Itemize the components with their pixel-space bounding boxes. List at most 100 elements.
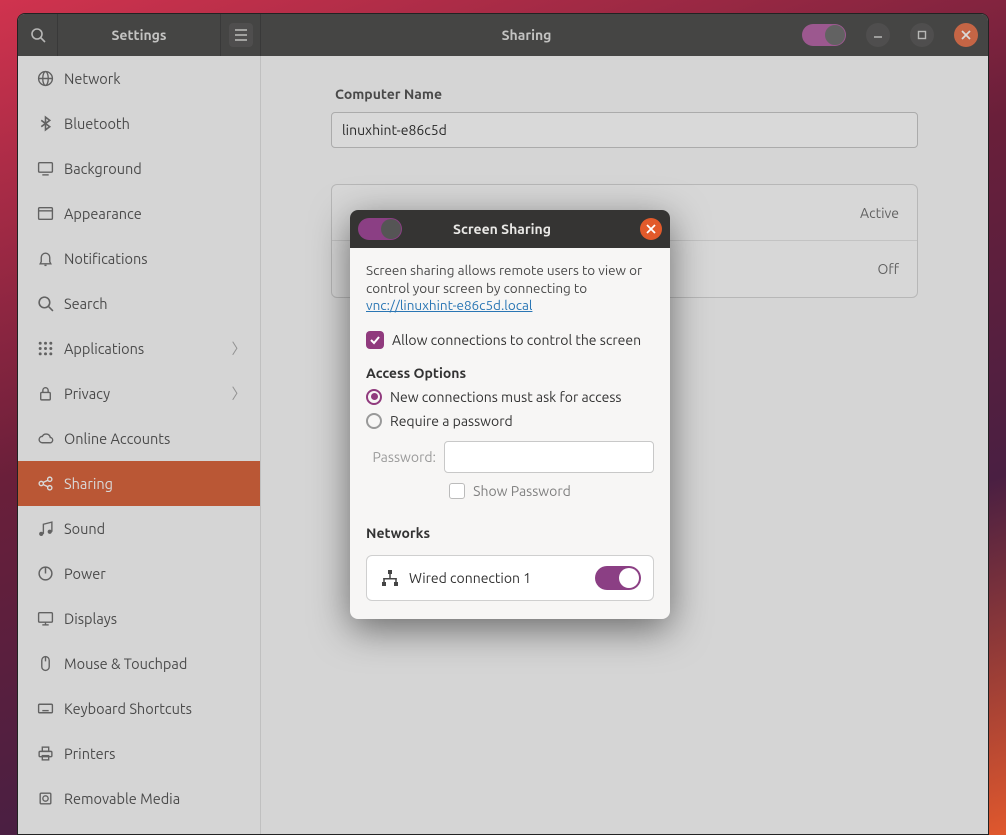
password-input[interactable]	[444, 441, 654, 473]
allow-control-row[interactable]: Allow connections to control the screen	[366, 331, 654, 349]
sidebar-item-notifications[interactable]: Notifications	[18, 236, 260, 281]
show-password-checkbox[interactable]	[449, 483, 465, 499]
sidebar-item-label: Bluetooth	[58, 115, 246, 132]
page-title: Sharing	[261, 14, 792, 56]
chevron-right-icon: 〉	[232, 383, 247, 404]
sidebar-item-label: Sound	[58, 520, 246, 537]
sidebar-item-printers[interactable]: Printers	[18, 731, 260, 776]
sidebar-item-power[interactable]: Power	[18, 551, 260, 596]
cloud-icon	[32, 430, 58, 447]
sidebar-item-search[interactable]: Search	[18, 281, 260, 326]
check-icon	[369, 334, 381, 346]
sidebar-item-label: Appearance	[58, 205, 246, 222]
power-icon	[32, 565, 58, 582]
radio-ask-row[interactable]: New connections must ask for access	[366, 389, 654, 405]
radio-password[interactable]	[366, 413, 382, 429]
sidebar-item-removable-media[interactable]: Removable Media	[18, 776, 260, 821]
network-toggle[interactable]	[595, 566, 641, 590]
computer-name-label: Computer Name	[335, 86, 918, 102]
bell-icon	[32, 250, 58, 267]
network-row: Wired connection 1	[366, 555, 654, 601]
search-icon	[32, 295, 58, 312]
settings-title: Settings	[58, 27, 220, 43]
show-password-row[interactable]: Show Password	[366, 483, 654, 499]
close-button[interactable]	[954, 23, 978, 47]
close-icon	[961, 30, 971, 40]
printer-icon	[32, 745, 58, 762]
titlebar-left: Settings	[18, 14, 261, 56]
music-icon	[32, 520, 58, 537]
sidebar-item-applications[interactable]: Applications〉	[18, 326, 260, 371]
sidebar-item-displays[interactable]: Displays	[18, 596, 260, 641]
sidebar-item-label: Network	[58, 70, 246, 87]
mouse-icon	[32, 655, 58, 672]
radio-password-row[interactable]: Require a password	[366, 413, 654, 429]
sidebar-item-network[interactable]: Network	[18, 56, 260, 101]
radio-ask[interactable]	[366, 389, 382, 405]
access-options-heading: Access Options	[366, 365, 654, 381]
sidebar-item-mouse-touchpad[interactable]: Mouse & Touchpad	[18, 641, 260, 686]
password-row: Password:	[366, 441, 654, 473]
sidebar-item-label: Applications	[58, 340, 232, 357]
globe-icon	[32, 70, 58, 87]
radio-password-label: Require a password	[390, 413, 513, 429]
titlebar: Settings Sharing	[18, 14, 988, 56]
sidebar-item-label: Notifications	[58, 250, 246, 267]
display-icon	[32, 610, 58, 627]
lock-icon	[32, 385, 58, 402]
allow-control-checkbox[interactable]	[366, 331, 384, 349]
sidebar-item-label: Displays	[58, 610, 246, 627]
titlebar-right	[792, 14, 988, 56]
show-password-label: Show Password	[473, 483, 571, 499]
sidebar-item-label: Background	[58, 160, 246, 177]
sidebar-item-sharing[interactable]: Sharing	[18, 461, 260, 506]
radio-ask-label: New connections must ask for access	[390, 389, 622, 405]
vnc-link[interactable]: vnc://linuxhint-e86c5d.local	[366, 297, 532, 313]
sidebar-item-bluetooth[interactable]: Bluetooth	[18, 101, 260, 146]
maximize-icon	[917, 30, 927, 40]
sharing-master-toggle[interactable]	[802, 24, 846, 46]
monitor-icon	[32, 160, 58, 177]
sidebar-item-label: Online Accounts	[58, 430, 246, 447]
search-button[interactable]	[18, 14, 58, 56]
sidebar-item-label: Sharing	[58, 475, 246, 492]
sidebar: Network Bluetooth Background Appearance Noti…	[18, 56, 261, 834]
password-label: Password:	[366, 449, 436, 465]
computer-name-input[interactable]	[331, 112, 918, 148]
close-icon	[646, 224, 656, 234]
sidebar-item-label: Mouse & Touchpad	[58, 655, 246, 672]
service-row-status: Off	[877, 261, 899, 277]
sidebar-item-label: Privacy	[58, 385, 232, 402]
sidebar-item-appearance[interactable]: Appearance	[18, 191, 260, 236]
search-icon	[30, 27, 46, 43]
dialog-close-button[interactable]	[640, 218, 662, 240]
screen-sharing-toggle[interactable]	[358, 218, 402, 240]
keyboard-icon	[32, 700, 58, 717]
wired-network-icon	[379, 570, 401, 586]
bluetooth-icon	[32, 115, 58, 132]
sidebar-item-label: Removable Media	[58, 790, 246, 807]
networks-heading: Networks	[366, 525, 654, 541]
dialog-desc-text: Screen sharing allows remote users to vi…	[366, 262, 642, 296]
media-icon	[32, 790, 58, 807]
minimize-button[interactable]	[866, 23, 890, 47]
sidebar-item-privacy[interactable]: Privacy〉	[18, 371, 260, 416]
share-icon	[32, 475, 58, 492]
hamburger-button[interactable]	[220, 14, 260, 56]
allow-control-label: Allow connections to control the screen	[392, 332, 641, 348]
sidebar-item-keyboard-shortcuts[interactable]: Keyboard Shortcuts	[18, 686, 260, 731]
sidebar-item-label: Keyboard Shortcuts	[58, 700, 246, 717]
dialog-header: Screen Sharing	[350, 210, 670, 248]
maximize-button[interactable]	[910, 23, 934, 47]
dialog-body: Screen sharing allows remote users to vi…	[350, 248, 670, 619]
chevron-right-icon: 〉	[232, 338, 247, 359]
sidebar-item-label: Power	[58, 565, 246, 582]
sidebar-item-label: Printers	[58, 745, 246, 762]
sidebar-item-online-accounts[interactable]: Online Accounts	[18, 416, 260, 461]
window-icon	[32, 205, 58, 222]
sidebar-item-sound[interactable]: Sound	[18, 506, 260, 551]
apps-icon	[32, 340, 58, 357]
network-name: Wired connection 1	[401, 570, 595, 586]
sidebar-item-label: Search	[58, 295, 246, 312]
sidebar-item-background[interactable]: Background	[18, 146, 260, 191]
